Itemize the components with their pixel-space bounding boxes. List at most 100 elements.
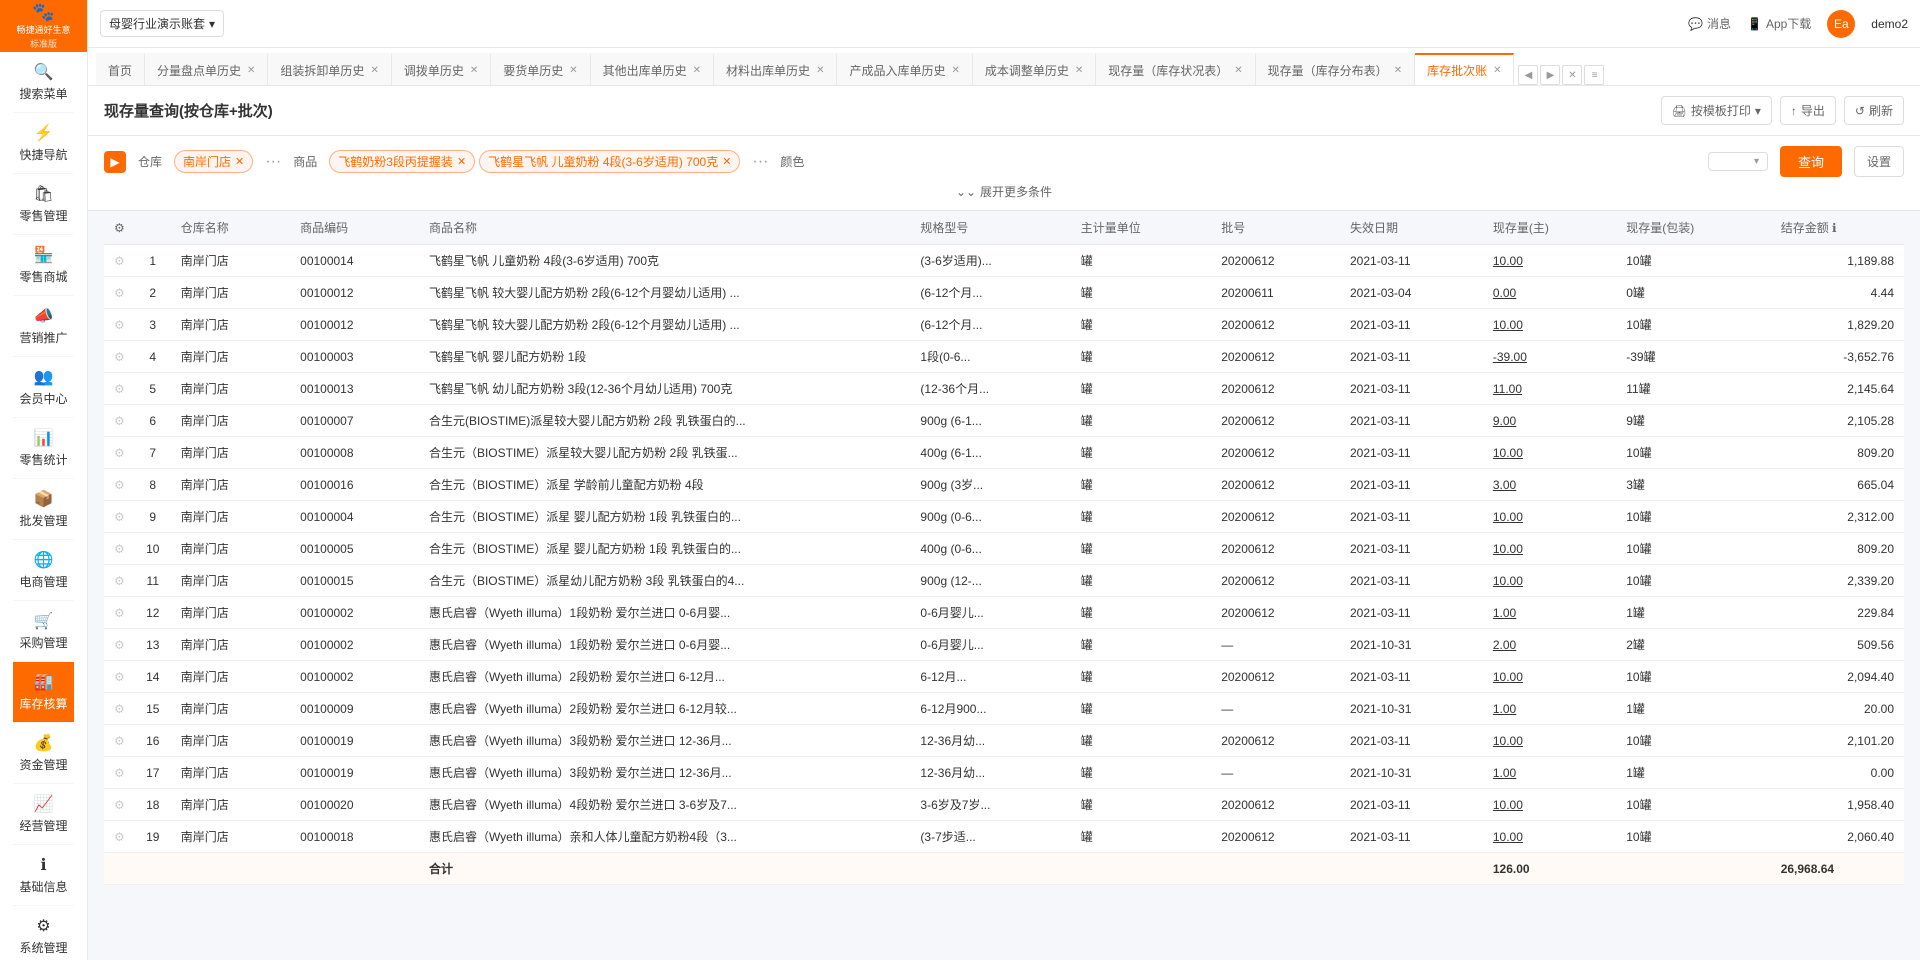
sidebar-item-采购管理[interactable]: 🛒 采购管理 <box>13 601 73 662</box>
sidebar-item-搜索菜单[interactable]: 🔍 搜索菜单 <box>13 52 73 113</box>
tab-调拨单历[interactable]: 调拨单历史✕ <box>392 53 491 85</box>
th-amount: 结存金额 ℹ <box>1771 211 1904 245</box>
td-qty-main[interactable]: 10.00 <box>1483 565 1616 597</box>
tab-现存量（[interactable]: 现存量（库存分布表） ✕ <box>1256 53 1415 85</box>
td-qty-main[interactable]: 10.00 <box>1483 533 1616 565</box>
tab-close-icon[interactable]: ✕ <box>816 65 824 76</box>
table-row: ⚙ 1 南岸门店 00100014 飞鹤星飞帆 儿童奶粉 4段(3-6岁适用) … <box>104 245 1904 277</box>
settings-button[interactable]: 设置 <box>1854 146 1904 177</box>
td-warehouse: 南岸门店 <box>171 437 290 469</box>
td-qty-main[interactable]: 1.00 <box>1483 597 1616 629</box>
goods-tag-close[interactable]: ✕ <box>457 155 466 168</box>
refresh-button[interactable]: ↺ 刷新 <box>1844 96 1904 125</box>
td-index: 15 <box>135 693 171 725</box>
td-expire: 2021-03-11 <box>1340 661 1483 693</box>
user-avatar[interactable]: Ea <box>1827 10 1855 38</box>
td-qty-pkg: 11罐 <box>1616 373 1770 405</box>
tab-close-icon[interactable]: ✕ <box>1075 65 1083 76</box>
tab-close-icon[interactable]: ✕ <box>1234 65 1242 76</box>
td-qty-main[interactable]: 1.00 <box>1483 757 1616 789</box>
tab-close-icon[interactable]: ✕ <box>1394 65 1402 76</box>
td-amount: 20.00 <box>1771 693 1904 725</box>
tab-现存量（[interactable]: 现存量（库存状况表）✕ <box>1096 53 1255 85</box>
td-gear: ⚙ <box>104 501 135 533</box>
tab-close-all[interactable]: ✕ <box>1562 65 1582 85</box>
goods-filter-tag[interactable]: 飞鹤星飞帆 儿童奶粉 4段(3-6岁适用) 700克✕ <box>479 150 740 173</box>
tab-首页[interactable]: 首页 <box>96 53 145 85</box>
tab-menu[interactable]: ≡ <box>1584 65 1604 85</box>
warehouse-tag-close[interactable]: ✕ <box>235 155 244 168</box>
td-qty-main[interactable]: 10.00 <box>1483 245 1616 277</box>
td-qty-main[interactable]: 10.00 <box>1483 309 1616 341</box>
tab-close-icon[interactable]: ✕ <box>370 65 378 76</box>
td-qty-main[interactable]: 10.00 <box>1483 821 1616 853</box>
td-qty-pkg: 10罐 <box>1616 565 1770 597</box>
td-qty-main[interactable]: -39.00 <box>1483 341 1616 373</box>
tab-next-arrow[interactable]: ▶ <box>1540 65 1560 85</box>
tab-材料出库[interactable]: 材料出库单历史✕ <box>714 53 837 85</box>
tab-close-icon[interactable]: ✕ <box>470 65 478 76</box>
export-button[interactable]: ↑ 导出 <box>1780 96 1836 125</box>
td-qty-main[interactable]: 11.00 <box>1483 373 1616 405</box>
tab-close-icon[interactable]: ✕ <box>569 65 577 76</box>
goods-filter-tag[interactable]: 飞鹤奶粉3段丙提握装✕ <box>329 150 475 173</box>
expand-more-conditions-button[interactable]: ⌄⌄ 展开更多条件 <box>956 183 1052 200</box>
goods-more[interactable]: ··· <box>752 154 768 170</box>
tab-close-icon[interactable]: ✕ <box>247 65 255 76</box>
sidebar-item-基础信息[interactable]: ℹ 基础信息 <box>13 845 73 906</box>
sidebar-item-经营管理[interactable]: 📈 经营管理 <box>13 784 73 845</box>
td-qty-main[interactable]: 10.00 <box>1483 501 1616 533</box>
td-qty-main[interactable]: 10.00 <box>1483 789 1616 821</box>
sidebar-item-电商管理[interactable]: 🌐 电商管理 <box>13 540 73 601</box>
search-button[interactable]: 查询 <box>1780 146 1842 177</box>
table-row: ⚙ 16 南岸门店 00100019 惠氏启睿（Wyeth illuma）3段奶… <box>104 725 1904 757</box>
td-qty-main[interactable]: 9.00 <box>1483 405 1616 437</box>
print-dropdown-icon: ▾ <box>1755 104 1761 118</box>
download-action[interactable]: 📱 App下载 <box>1747 15 1811 32</box>
warehouse-tag[interactable]: 南岸门店 ✕ <box>174 150 253 173</box>
sidebar-item-库存核算[interactable]: 🏭 库存核算 <box>13 662 73 723</box>
tab-label: 现存量（库存分布表） <box>1268 62 1388 79</box>
td-qty-main[interactable]: 0.00 <box>1483 277 1616 309</box>
sidebar-item-零售商城[interactable]: 🏪 零售商城 <box>13 235 73 296</box>
tab-要货单历[interactable]: 要货单历史✕ <box>491 53 590 85</box>
tab-prev-arrow[interactable]: ◀ <box>1518 65 1538 85</box>
settings-icon[interactable]: ⚙ <box>114 221 125 235</box>
table-row: ⚙ 11 南岸门店 00100015 合生元（BIOSTIME）派星幼儿配方奶粉… <box>104 565 1904 597</box>
tab-close-icon[interactable]: ✕ <box>1493 65 1501 76</box>
td-qty-main[interactable]: 10.00 <box>1483 437 1616 469</box>
sidebar-item-零售统计[interactable]: 📊 零售统计 <box>13 418 73 479</box>
sidebar-item-系统管理[interactable]: ⚙ 系统管理 <box>13 906 73 960</box>
template-print-button[interactable]: 🖨 按模板打印 ▾ <box>1661 96 1772 125</box>
tab-组装拆卸[interactable]: 组装拆卸单历史✕ <box>268 53 391 85</box>
color-dropdown[interactable]: ▾ <box>1708 152 1768 171</box>
td-qty-main[interactable]: 3.00 <box>1483 469 1616 501</box>
tab-close-icon[interactable]: ✕ <box>951 65 959 76</box>
td-qty-main[interactable]: 2.00 <box>1483 629 1616 661</box>
tab-其他出库[interactable]: 其他出库单历史✕ <box>591 53 714 85</box>
sidebar-item-零售管理[interactable]: 🛍 零售管理 <box>13 174 73 235</box>
goods-tag-close[interactable]: ✕ <box>722 155 731 168</box>
sidebar-icon: ⚙ <box>36 916 50 936</box>
td-warehouse: 南岸门店 <box>171 693 290 725</box>
sidebar-item-会员中心[interactable]: 👥 会员中心 <box>13 357 73 418</box>
tab-产成品入[interactable]: 产成品入库单历史✕ <box>837 53 972 85</box>
account-label: 母婴行业演示账套 <box>109 15 205 32</box>
account-dropdown[interactable]: 母婴行业演示账套 ▾ <box>100 10 224 37</box>
tab-库存批次[interactable]: 库存批次账✕ <box>1415 53 1514 85</box>
tab-分量盘点[interactable]: 分量盘点单历史✕ <box>145 53 268 85</box>
td-qty-main[interactable]: 1.00 <box>1483 693 1616 725</box>
tab-close-icon[interactable]: ✕ <box>693 65 701 76</box>
sidebar-item-快捷导航[interactable]: ⚡ 快捷导航 <box>13 113 73 174</box>
sidebar-item-批发管理[interactable]: 📦 批发管理 <box>13 479 73 540</box>
sidebar-item-资金管理[interactable]: 💰 资金管理 <box>13 723 73 784</box>
td-qty-main[interactable]: 10.00 <box>1483 725 1616 757</box>
logo-text: 畅捷通好生意 <box>16 25 70 37</box>
sidebar-item-营销推广[interactable]: 📣 营销推广 <box>13 296 73 357</box>
warehouse-more[interactable]: ··· <box>265 154 281 170</box>
td-gear: ⚙ <box>104 245 135 277</box>
filter-expand-arrow[interactable]: ▶ <box>104 151 126 173</box>
message-action[interactable]: 💬 消息 <box>1688 15 1731 32</box>
td-qty-main[interactable]: 10.00 <box>1483 661 1616 693</box>
tab-成本调整[interactable]: 成本调整单历史✕ <box>973 53 1096 85</box>
